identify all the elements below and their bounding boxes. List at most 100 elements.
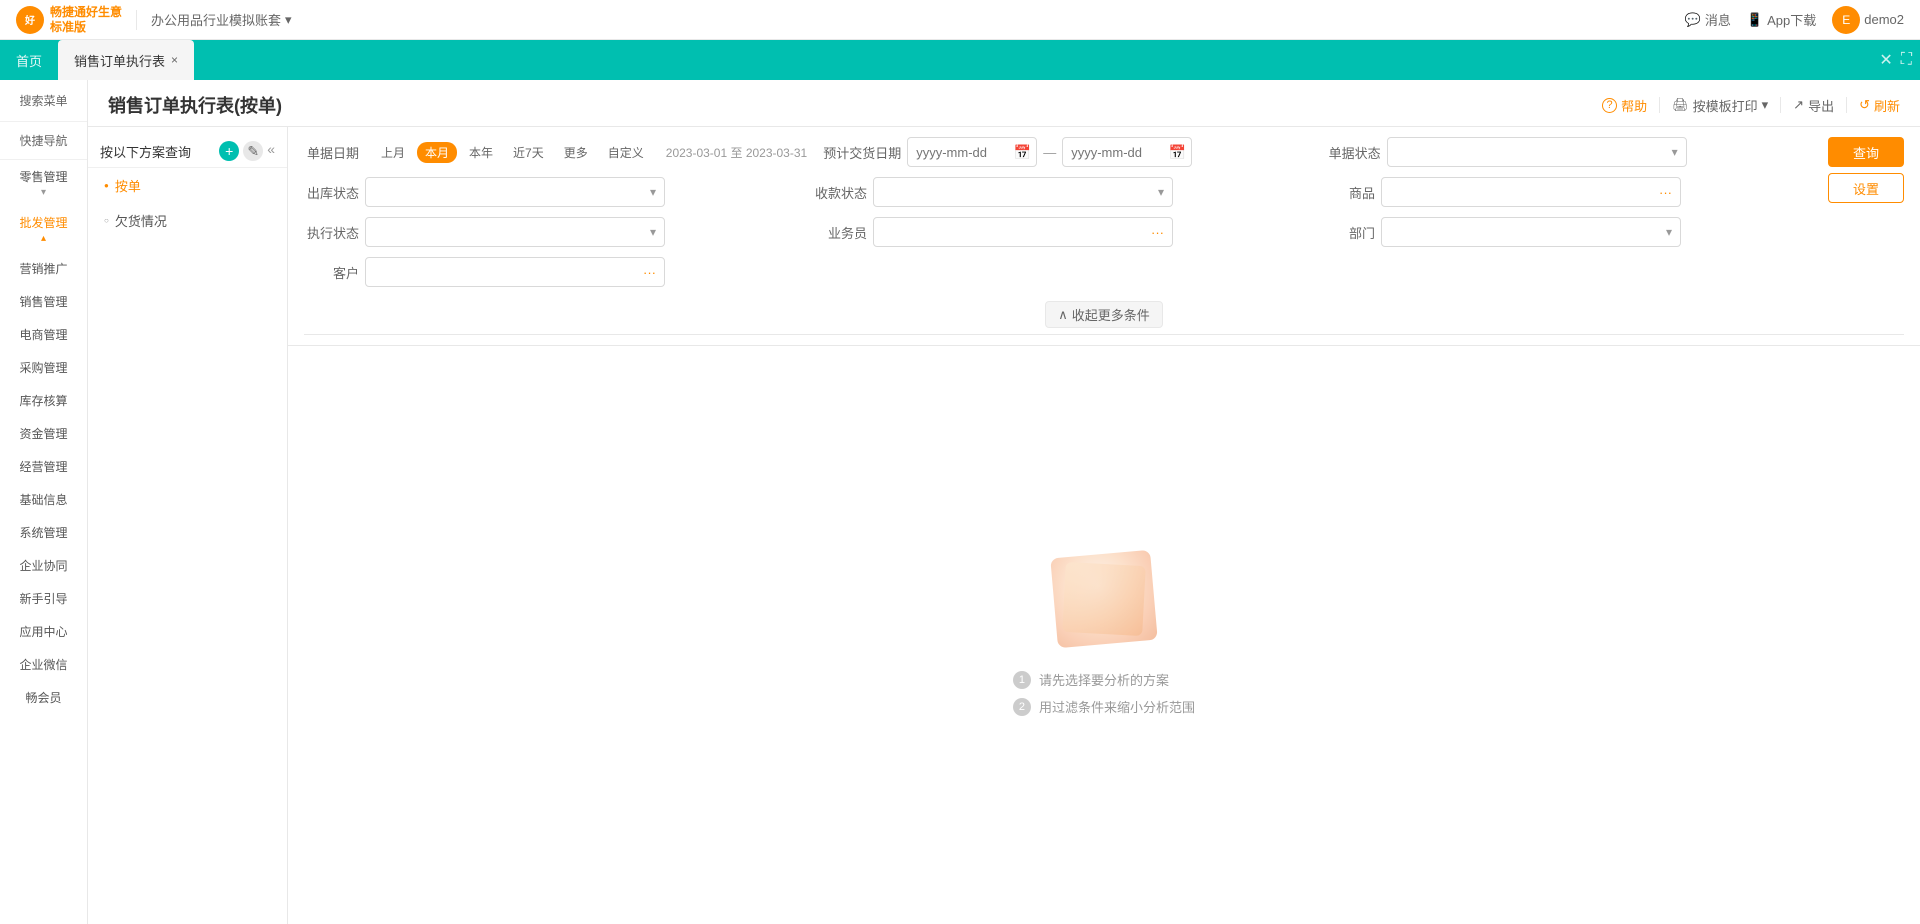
customer-dots: ··· [643,265,656,280]
customer-select[interactable]: ··· [365,257,665,287]
top-bar-left: 好 畅捷通好生意 标准版 办公用品行业模拟账套 ▾ [16,5,292,34]
top-bar-right: 💬 消息 📱 App下载 E demo2 [1685,6,1904,34]
tip-text-1: 请先选择要分析的方案 [1039,670,1169,689]
expected-date-group: 预计交货日期 📅 — 📅 [823,137,1309,167]
sidebar-search-label[interactable]: 搜索菜单 [4,88,83,113]
sidebar-item-marketing[interactable]: 营销推广 [0,252,87,285]
sidebar-item-appcenter[interactable]: 应用中心 [0,615,87,648]
sidebar-item-inventory[interactable]: 库存核算 [0,384,87,417]
settings-button[interactable]: 设置 [1828,173,1904,203]
date-tab-this-year[interactable]: 本年 [461,142,501,163]
date-tab-7days[interactable]: 近7天 [505,142,552,163]
sidebar-item-finance[interactable]: 资金管理 [0,417,87,450]
calendar-start-icon: 📅 [1014,144,1031,161]
tab-close-icon[interactable]: × [171,53,178,67]
collapse-label: 收起更多条件 [1072,305,1150,324]
scheme-item-order-label: 按单 [115,176,141,195]
divider-3 [1846,97,1847,113]
collapse-btn[interactable]: ∧ 收起更多条件 [1045,301,1163,328]
quick-nav-label[interactable]: 快捷导航 [0,126,87,155]
date-tab-custom[interactable]: 自定义 [600,142,652,163]
sidebar-item-corpwechat[interactable]: 企业微信 [0,648,87,681]
scheme-edit-btn[interactable]: ✎ [243,141,263,161]
window-close-btn[interactable]: ✕ [1879,50,1892,70]
goods-select[interactable]: ··· [1381,177,1681,207]
wholesale-expand-icon: ▴ [41,233,46,244]
scheme-item-debt[interactable]: ○ 欠货情况 [88,203,287,238]
collapse-bar: ∧ 收起更多条件 [304,295,1904,335]
scheme-header: 按以下方案查询 + ✎ « [88,135,287,168]
sidebar-item-system[interactable]: 系统管理 [0,516,87,549]
dept-select[interactable]: ▾ [1381,217,1681,247]
finance-label: 资金管理 [19,425,67,442]
window-max-btn[interactable]: ⛶ [1901,51,1912,69]
salesperson-group: 业务员 ··· [812,217,1304,247]
date-tab-last-month[interactable]: 上月 [373,142,413,163]
expected-date-start-wrapper: 📅 [907,137,1037,167]
operation-label: 经营管理 [19,458,67,475]
customer-group: 客户 ··· [304,257,664,287]
sidebar-quick-nav[interactable]: 快捷导航 [0,122,87,160]
scheme-add-btn[interactable]: + [219,141,239,161]
date-tab-this-month[interactable]: 本月 [417,142,457,163]
sidebar-item-vip[interactable]: 畅会员 [0,681,87,714]
tab-home[interactable]: 首页 [0,40,58,80]
query-col: 查询 设置 [1812,137,1904,287]
salesperson-select[interactable]: ··· [873,217,1173,247]
sidebar-item-newbie[interactable]: 新手引导 [0,582,87,615]
scheme-title: 按以下方案查询 [100,142,191,161]
bill-status-select[interactable]: ▾ [1387,137,1687,167]
tab-sales-order[interactable]: 销售订单执行表 × [58,40,194,80]
calendar-end-icon: 📅 [1169,144,1186,161]
scheme-item-debt-label: 欠货情况 [115,211,167,230]
export-btn[interactable]: ↗ 导出 [1793,96,1834,115]
date-tab-more[interactable]: 更多 [556,142,596,163]
receipt-select[interactable]: ▾ [873,177,1173,207]
scheme-collapse-btn[interactable]: « [267,141,275,161]
system-label: 系统管理 [19,524,67,541]
refresh-btn[interactable]: ↺ 刷新 [1859,96,1900,115]
goods-dots: ··· [1659,185,1672,200]
exec-select[interactable]: ▾ [365,217,665,247]
industry-selector[interactable]: 办公用品行业模拟账套 ▾ [151,10,292,29]
empty-state: 1 请先选择要分析的方案 2 用过滤条件来缩小分析范围 [288,346,1920,924]
basic-label: 基础信息 [19,491,67,508]
outbound-group: 出库状态 ▾ [304,177,796,207]
help-icon: ? [1602,98,1617,113]
date-filter-group: 单据日期 上月 本月 本年 近7天 更多 自定义 [304,142,807,163]
sidebar-item-retail[interactable]: 零售管理 ▾ [0,160,87,206]
query-button[interactable]: 查询 [1828,137,1904,167]
refresh-icon: ↺ [1859,97,1870,113]
help-btn[interactable]: ? 帮助 [1602,96,1647,115]
sidebar-item-basic[interactable]: 基础信息 [0,483,87,516]
marketing-label: 营销推广 [19,260,67,277]
print-caret-icon: ▾ [1762,97,1769,113]
sidebar-item-wholesale[interactable]: 批发管理 ▴ [0,206,87,252]
print-btn[interactable]: 🖨 按模板打印 ▾ [1672,96,1768,115]
vip-label: 畅会员 [25,689,61,706]
salesperson-dots: ··· [1151,225,1164,240]
dept-label: 部门 [1320,223,1375,242]
newbie-label: 新手引导 [19,590,67,607]
top-bar: 好 畅捷通好生意 标准版 办公用品行业模拟账套 ▾ 💬 消息 📱 App下载 E… [0,0,1920,40]
sidebar-item-ecommerce[interactable]: 电商管理 [0,318,87,351]
outbound-select[interactable]: ▾ [365,177,665,207]
retail-label: 零售管理 [19,168,67,185]
page-header: 销售订单执行表(按单) ? 帮助 🖨 按模板打印 ▾ ↗ 导出 [88,80,1920,127]
user-avatar-area[interactable]: E demo2 [1832,6,1904,34]
logo-area: 好 畅捷通好生意 标准版 [16,5,122,34]
message-btn[interactable]: 💬 消息 [1685,10,1731,29]
main-layout: 搜索菜单 快捷导航 零售管理 ▾ 批发管理 ▴ 营销推广 销售管理 电商管理 采… [0,80,1920,924]
tip-text-2: 用过滤条件来缩小分析范围 [1039,697,1195,716]
sidebar-item-purchase[interactable]: 采购管理 [0,351,87,384]
appcenter-label: 应用中心 [19,623,67,640]
sidebar-item-sales[interactable]: 销售管理 [0,285,87,318]
scheme-item-order[interactable]: ● 按单 [88,168,287,203]
sidebar-item-operation[interactable]: 经营管理 [0,450,87,483]
filter-data-area: 单据日期 上月 本月 本年 近7天 更多 自定义 [288,127,1920,924]
sidebar-search[interactable]: 搜索菜单 [0,80,87,122]
enterprise-label: 企业协同 [19,557,67,574]
app-download-btn[interactable]: 📱 App下载 [1747,10,1816,29]
sidebar-item-enterprise[interactable]: 企业协同 [0,549,87,582]
content-inner: 按以下方案查询 + ✎ « ● 按单 ○ 欠货情况 [88,127,1920,924]
